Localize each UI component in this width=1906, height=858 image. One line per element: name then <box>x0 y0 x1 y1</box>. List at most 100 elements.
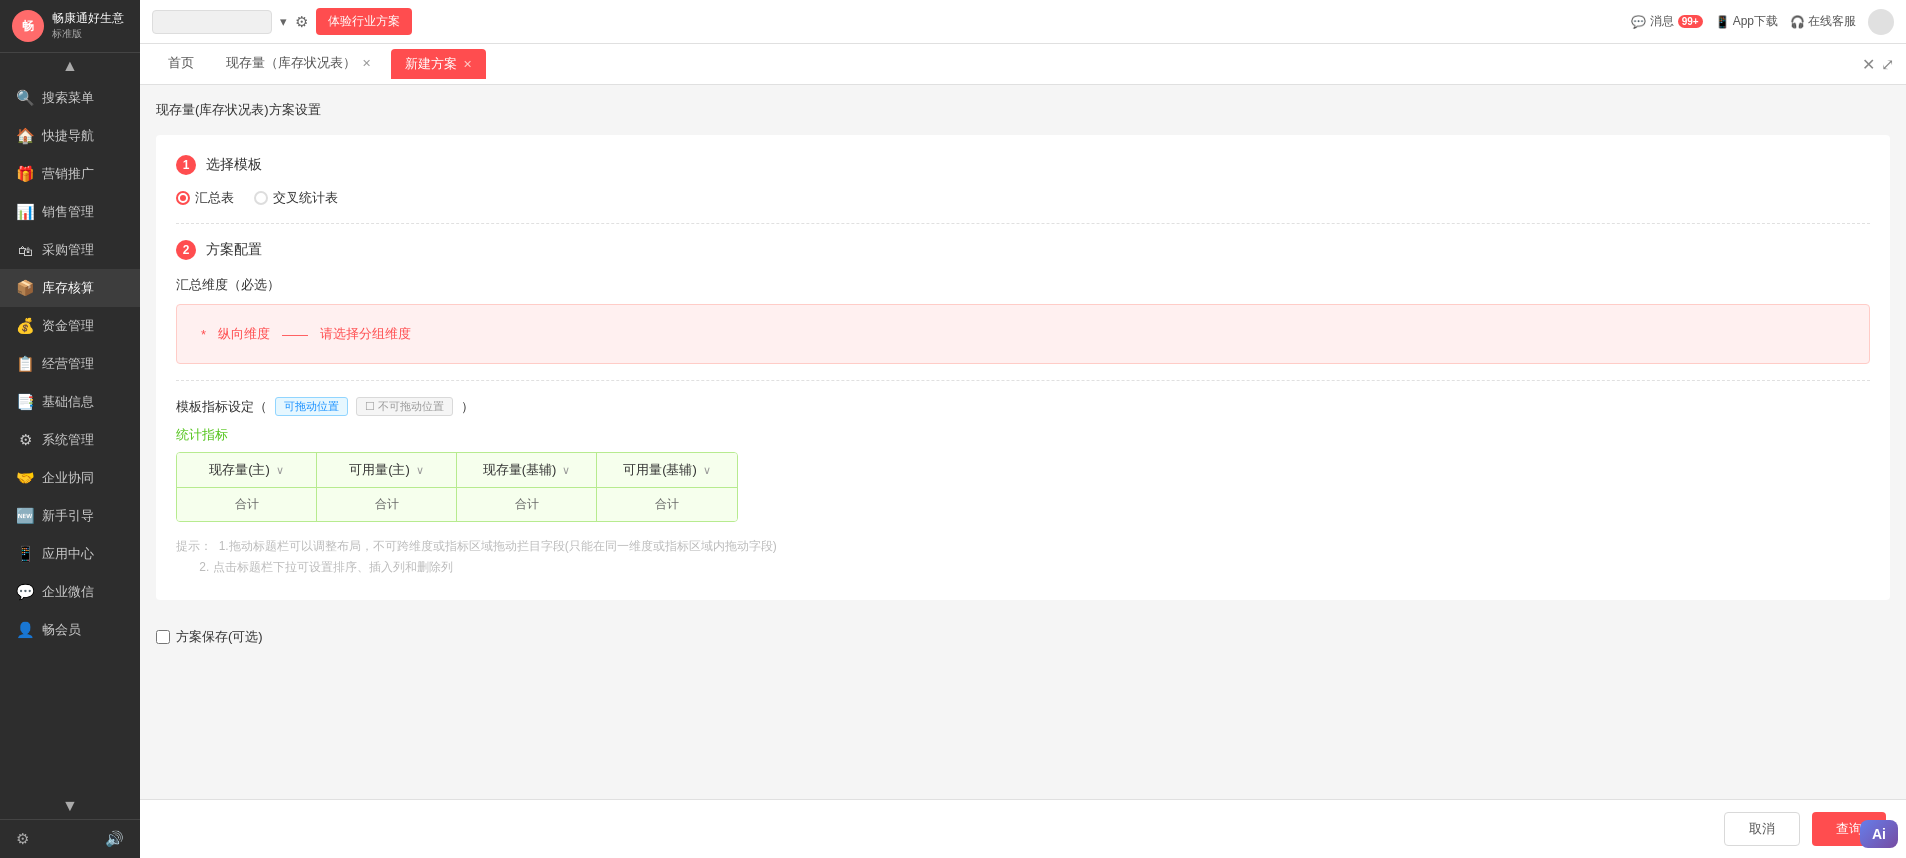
tab-minimize-btn[interactable]: ✕ <box>1862 55 1875 74</box>
checkbox-icon: ☐ <box>365 400 375 413</box>
sidebar-item-wechat[interactable]: 💬 企业微信 <box>0 573 140 611</box>
topbar-message[interactable]: 💬 消息 99+ <box>1631 13 1703 30</box>
sidebar-item-operation[interactable]: 📋 经营管理 <box>0 345 140 383</box>
dim-area: * 纵向维度 —— 请选择分组维度 <box>176 304 1870 364</box>
indicator-label-text: 模板指标设定（ <box>176 398 267 416</box>
bag-icon: 🛍 <box>16 242 34 259</box>
indicator-section: 模板指标设定（ 可拖动位置 ☐ 不可拖动位置 ） 统计指标 现存量(主) <box>176 397 1870 576</box>
tips-section: 提示： 1.拖动标题栏可以调整布局，不可跨维度或指标区域拖动拦目字段(只能在同一… <box>176 538 1870 576</box>
sidebar-item-purchase[interactable]: 🛍 采购管理 <box>0 231 140 269</box>
dim-required-mark: * <box>201 327 206 342</box>
sidebar-item-label-system: 系统管理 <box>42 431 94 449</box>
stats-col-1: 现存量(主) ∨ 合计 <box>177 453 317 521</box>
chevron-3-icon[interactable]: ∨ <box>562 464 570 477</box>
topbar-search-input[interactable] <box>152 10 272 34</box>
non-draggable-badge: ☐ 不可拖动位置 <box>356 397 453 416</box>
app-sub: 标准版 <box>52 27 124 41</box>
radio-cross[interactable]: 交叉统计表 <box>254 189 338 207</box>
sidebar-item-agreement[interactable]: 🤝 企业协同 <box>0 459 140 497</box>
radio-summary[interactable]: 汇总表 <box>176 189 234 207</box>
sidebar-item-label-operation: 经营管理 <box>42 355 94 373</box>
user-avatar <box>1868 9 1894 35</box>
tab-new-close[interactable]: ✕ <box>463 58 472 71</box>
tip-1: 提示： 1.拖动标题栏可以调整布局，不可跨维度或指标区域拖动拦目字段(只能在同一… <box>176 538 1870 555</box>
logo-text-block: 畅康通好生意 标准版 <box>52 11 124 41</box>
tab-new-plan-label: 新建方案 <box>405 55 457 73</box>
step1-badge: 1 <box>176 155 196 175</box>
sidebar-item-apps[interactable]: 📱 应用中心 <box>0 535 140 573</box>
step1-header: 1 选择模板 <box>176 155 1870 175</box>
stats-header-cell-1[interactable]: 现存量(主) ∨ <box>177 453 316 488</box>
template-options: 汇总表 交叉统计表 <box>176 189 1870 207</box>
sidebar-item-finance[interactable]: 💰 资金管理 <box>0 307 140 345</box>
stats-header-cell-3[interactable]: 现存量(基辅) ∨ <box>457 453 596 488</box>
sidebar-item-label-member: 畅会员 <box>42 621 81 639</box>
topbar: ▾ ⚙ 体验行业方案 💬 消息 99+ 📱 App下载 🎧 在线客服 <box>140 0 1906 44</box>
stats-col-4-label: 可用量(基辅) <box>623 461 697 479</box>
page-content: 现存量(库存状况表)方案设置 1 选择模板 汇总表 交叉统计表 2 <box>140 85 1906 799</box>
money-icon: 💰 <box>16 317 34 335</box>
topbar-user[interactable] <box>1868 9 1894 35</box>
page-title: 现存量(库存状况表)方案设置 <box>156 101 1890 119</box>
stats-title: 统计指标 <box>176 426 1870 444</box>
footer-settings-btn[interactable]: ⚙ <box>16 830 29 848</box>
topbar-trial-btn[interactable]: 体验行业方案 <box>316 8 412 35</box>
search-icon: 🔍 <box>16 89 34 107</box>
chevron-1-icon[interactable]: ∨ <box>276 464 284 477</box>
tab-maximize-btn[interactable]: ⤢ <box>1881 55 1894 74</box>
chevron-4-icon[interactable]: ∨ <box>703 464 711 477</box>
ai-badge[interactable]: Ai <box>1860 820 1898 848</box>
stats-header-cell-4[interactable]: 可用量(基辅) ∨ <box>597 453 737 488</box>
sidebar-item-search[interactable]: 🔍 搜索菜单 <box>0 79 140 117</box>
sidebar-item-label-purchase: 采购管理 <box>42 241 94 259</box>
radio-summary-circle <box>176 191 190 205</box>
dim-label: 汇总维度（必选） <box>176 276 1870 294</box>
topbar-app-download[interactable]: 📱 App下载 <box>1715 13 1778 30</box>
box-icon: 📦 <box>16 279 34 297</box>
sidebar-item-label-marketing: 营销推广 <box>42 165 94 183</box>
online-service-label: 在线客服 <box>1808 13 1856 30</box>
sidebar-item-label-agreement: 企业协同 <box>42 469 94 487</box>
sidebar-item-label-basic: 基础信息 <box>42 393 94 411</box>
sidebar-item-member[interactable]: 👤 畅会员 <box>0 611 140 649</box>
tab-home[interactable]: 首页 <box>152 44 210 84</box>
dim-section: 汇总维度（必选） * 纵向维度 —— 请选择分组维度 <box>176 276 1870 364</box>
app-download-label: App下载 <box>1733 13 1778 30</box>
phone-icon: 📱 <box>16 545 34 563</box>
sidebar-item-label-finance: 资金管理 <box>42 317 94 335</box>
sidebar-logo: 畅 畅康通好生意 标准版 <box>0 0 140 53</box>
sidebar-item-label-apps: 应用中心 <box>42 545 94 563</box>
dim-dash: —— <box>282 327 308 342</box>
topbar-online-service[interactable]: 🎧 在线客服 <box>1790 13 1856 30</box>
sidebar-item-guide[interactable]: 🆕 新手引导 <box>0 497 140 535</box>
message-label: 消息 <box>1650 13 1674 30</box>
gift-icon: 🎁 <box>16 165 34 183</box>
gear-icon: ⚙ <box>16 431 34 449</box>
cancel-button[interactable]: 取消 <box>1724 812 1800 846</box>
save-checkbox[interactable] <box>156 630 170 644</box>
topbar-dropdown-btn[interactable]: ▾ <box>280 14 287 29</box>
step2-badge: 2 <box>176 240 196 260</box>
stats-header-cell-2[interactable]: 可用量(主) ∨ <box>317 453 456 488</box>
tab-inventory-status[interactable]: 现存量（库存状况表） ✕ <box>210 44 387 84</box>
clipboard-icon: 📋 <box>16 355 34 373</box>
sidebar-item-marketing[interactable]: 🎁 营销推广 <box>0 155 140 193</box>
sidebar-item-shortcut[interactable]: 🏠 快捷导航 <box>0 117 140 155</box>
main-area: ▾ ⚙ 体验行业方案 💬 消息 99+ 📱 App下载 🎧 在线客服 <box>140 0 1906 858</box>
sidebar-item-system[interactable]: ⚙ 系统管理 <box>0 421 140 459</box>
sidebar-item-sales[interactable]: 📊 销售管理 <box>0 193 140 231</box>
topbar-gear-btn[interactable]: ⚙ <box>295 13 308 31</box>
sidebar-scroll-down[interactable]: ▼ <box>0 793 140 819</box>
tab-inventory-close[interactable]: ✕ <box>362 57 371 70</box>
home-icon: 🏠 <box>16 127 34 145</box>
message-badge: 99+ <box>1678 15 1703 28</box>
sidebar-item-basic[interactable]: 📑 基础信息 <box>0 383 140 421</box>
tab-new-plan[interactable]: 新建方案 ✕ <box>391 49 486 79</box>
sidebar-item-inventory[interactable]: 📦 库存核算 <box>0 269 140 307</box>
chevron-2-icon[interactable]: ∨ <box>416 464 424 477</box>
footer-audio-btn[interactable]: 🔊 <box>105 830 124 848</box>
dim-placeholder[interactable]: 请选择分组维度 <box>320 325 411 343</box>
stats-col-1-label: 现存量(主) <box>209 461 270 479</box>
sidebar-scroll-up[interactable]: ▲ <box>0 53 140 79</box>
stats-col-3-label: 现存量(基辅) <box>483 461 557 479</box>
